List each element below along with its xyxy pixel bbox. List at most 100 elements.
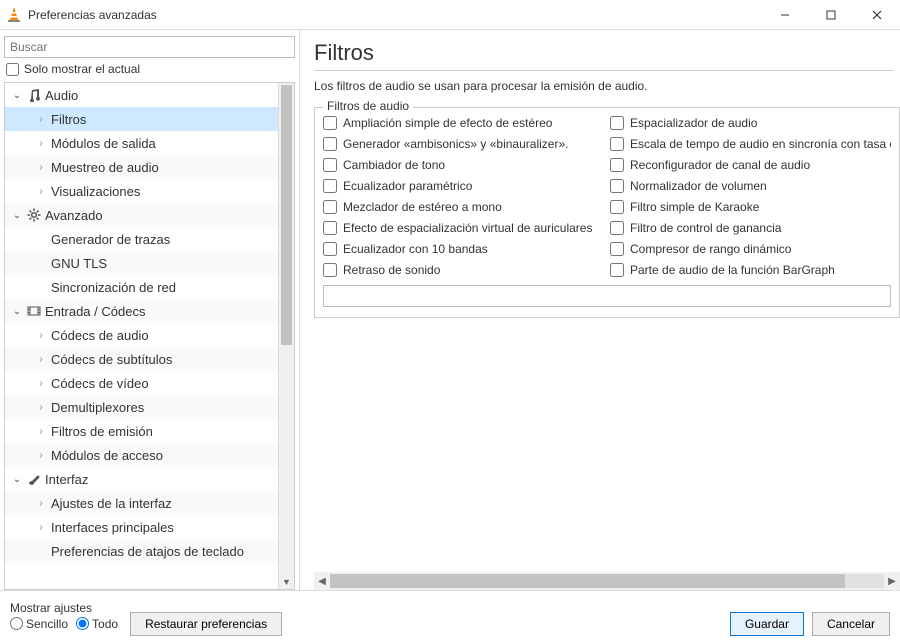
tree-item[interactable]: ›Demultiplexores [5, 395, 278, 419]
filter-checkbox[interactable]: Ecualizador paramétrico [323, 179, 604, 193]
collapse-icon[interactable]: ⌄ [9, 90, 25, 101]
scroll-left-icon[interactable]: ◀ [314, 576, 330, 587]
tree-item[interactable]: Sincronización de red [5, 275, 278, 299]
checkbox-input[interactable] [323, 158, 337, 172]
checkbox-input[interactable] [610, 158, 624, 172]
chevron-right-icon[interactable]: › [33, 330, 49, 341]
tree-item-label: Avanzado [43, 208, 103, 223]
checkbox-input[interactable] [610, 221, 624, 235]
filter-checkbox[interactable]: Filtro simple de Karaoke [610, 200, 891, 214]
vlc-cone-icon [6, 7, 22, 23]
filter-checkbox[interactable]: Cambiador de tono [323, 158, 604, 172]
cancel-button[interactable]: Cancelar [812, 612, 890, 636]
tree-item[interactable]: Preferencias de atajos de teclado [5, 539, 278, 563]
minimize-button[interactable] [762, 0, 808, 30]
checkbox-input[interactable] [610, 137, 624, 151]
tree-category[interactable]: ⌄ Avanzado [5, 203, 278, 227]
tree-item[interactable]: GNU TLS [5, 251, 278, 275]
checkbox-input[interactable] [323, 263, 337, 277]
tree-item[interactable]: ›Códecs de vídeo [5, 371, 278, 395]
tree-item[interactable]: ›Filtros de emisión [5, 419, 278, 443]
radio-simple[interactable]: Sencillo [10, 617, 68, 631]
filter-checkbox[interactable]: Espacializador de audio [610, 116, 891, 130]
close-button[interactable] [854, 0, 900, 30]
tree-item[interactable]: ›Códecs de subtítulos [5, 347, 278, 371]
filter-checkbox[interactable]: Filtro de control de ganancia [610, 221, 891, 235]
tree-item[interactable]: ›Visualizaciones [5, 179, 278, 203]
chevron-right-icon[interactable]: › [33, 114, 49, 125]
chevron-right-icon[interactable]: › [33, 498, 49, 509]
filter-label: Efecto de espacialización virtual de aur… [343, 221, 592, 235]
tree-category[interactable]: ⌄Audio [5, 83, 278, 107]
tree-item-label: Códecs de audio [49, 328, 149, 343]
filter-checkbox[interactable]: Reconfigurador de canal de audio [610, 158, 891, 172]
tree-item-label: Preferencias de atajos de teclado [49, 544, 244, 559]
page-description: Los filtros de audio se usan para proces… [314, 79, 900, 93]
scroll-right-icon[interactable]: ▶ [884, 576, 900, 587]
brush-icon [25, 472, 43, 486]
chevron-right-icon[interactable]: › [33, 378, 49, 389]
chevron-right-icon[interactable]: › [33, 402, 49, 413]
checkbox-input[interactable] [610, 263, 624, 277]
filter-checkbox[interactable]: Compresor de rango dinámico [610, 242, 891, 256]
tree-item[interactable]: ›Códecs de audio [5, 323, 278, 347]
chevron-right-icon[interactable]: › [33, 354, 49, 365]
show-current-checkbox-input[interactable] [6, 63, 19, 76]
checkbox-input[interactable] [610, 116, 624, 130]
filter-checkbox[interactable]: Escala de tempo de audio en sincronía co… [610, 137, 891, 151]
filter-label: Parte de audio de la función BarGraph [630, 263, 835, 277]
filter-checkbox[interactable]: Generador «ambisonics» y «binauralizer». [323, 137, 604, 151]
checkbox-input[interactable] [323, 221, 337, 235]
search-input[interactable] [4, 36, 295, 58]
checkbox-input[interactable] [610, 179, 624, 193]
filter-label: Retraso de sonido [343, 263, 440, 277]
checkbox-input[interactable] [323, 242, 337, 256]
filter-checkbox[interactable]: Normalizador de volumen [610, 179, 891, 193]
radio-all[interactable]: Todo [76, 617, 118, 631]
scrollbar-thumb[interactable] [281, 85, 292, 345]
horizontal-scrollbar[interactable]: ◀ ▶ [314, 572, 900, 590]
tree-item[interactable]: ›Ajustes de la interfaz [5, 491, 278, 515]
hscroll-thumb[interactable] [330, 574, 845, 588]
tree-category[interactable]: ⌄Entrada / Códecs [5, 299, 278, 323]
tree-item[interactable]: ›Módulos de salida [5, 131, 278, 155]
tree-item[interactable]: ›Muestreo de audio [5, 155, 278, 179]
codec-icon [25, 304, 43, 318]
tree-item-label: Filtros [49, 112, 86, 127]
maximize-button[interactable] [808, 0, 854, 30]
restore-preferences-button[interactable]: Restaurar preferencias [130, 612, 282, 636]
save-button[interactable]: Guardar [730, 612, 804, 636]
collapse-icon[interactable]: ⌄ [9, 210, 25, 221]
filter-checkbox[interactable]: Efecto de espacialización virtual de aur… [323, 221, 604, 235]
checkbox-input[interactable] [323, 179, 337, 193]
tree-item[interactable]: ›Interfaces principales [5, 515, 278, 539]
checkbox-input[interactable] [323, 137, 337, 151]
chevron-right-icon[interactable]: › [33, 186, 49, 197]
checkbox-input[interactable] [323, 200, 337, 214]
filter-checkbox[interactable]: Ampliación simple de efecto de estéreo [323, 116, 604, 130]
tree-item-label: Muestreo de audio [49, 160, 159, 175]
tree-item[interactable]: ›Filtros [5, 107, 278, 131]
chevron-right-icon[interactable]: › [33, 426, 49, 437]
filter-checkbox[interactable]: Retraso de sonido [323, 263, 604, 277]
scroll-down-icon[interactable]: ▼ [279, 575, 294, 589]
checkbox-input[interactable] [610, 242, 624, 256]
checkbox-input[interactable] [610, 200, 624, 214]
chevron-right-icon[interactable]: › [33, 138, 49, 149]
filter-text-input[interactable] [323, 285, 891, 307]
tree-scrollbar[interactable]: ▲ ▼ [278, 83, 294, 589]
chevron-right-icon[interactable]: › [33, 522, 49, 533]
filter-checkbox[interactable]: Ecualizador con 10 bandas [323, 242, 604, 256]
checkbox-input[interactable] [323, 116, 337, 130]
chevron-right-icon[interactable]: › [33, 162, 49, 173]
collapse-icon[interactable]: ⌄ [9, 306, 25, 317]
show-current-checkbox[interactable]: Solo mostrar el actual [4, 58, 295, 82]
collapse-icon[interactable]: ⌄ [9, 474, 25, 485]
tree-item[interactable]: Generador de trazas [5, 227, 278, 251]
filter-checkbox[interactable]: Parte de audio de la función BarGraph [610, 263, 891, 277]
titlebar: Preferencias avanzadas [0, 0, 900, 30]
chevron-right-icon[interactable]: › [33, 450, 49, 461]
tree-item[interactable]: ›Módulos de acceso [5, 443, 278, 467]
filter-checkbox[interactable]: Mezclador de estéreo a mono [323, 200, 604, 214]
tree-category[interactable]: ⌄Interfaz [5, 467, 278, 491]
